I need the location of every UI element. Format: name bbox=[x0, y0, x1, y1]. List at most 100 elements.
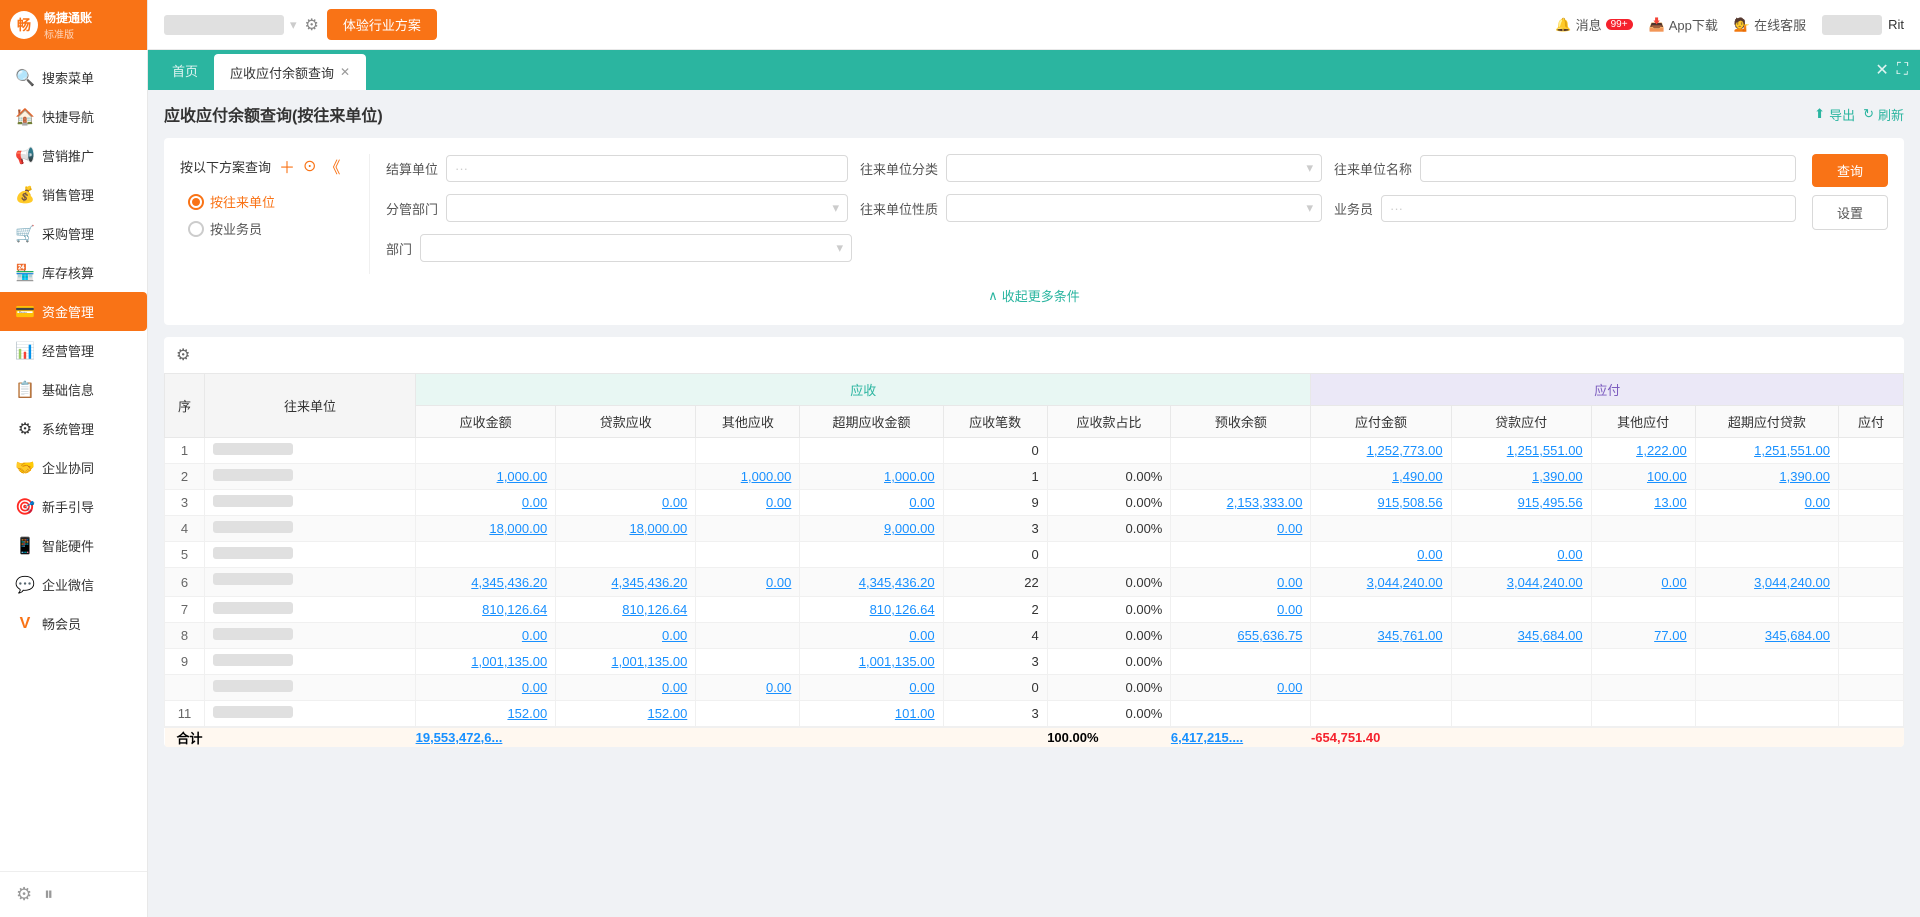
sidebar-item-search[interactable]: 🔍 搜索菜单 bbox=[0, 58, 147, 97]
cell-ar-amount[interactable]: 4,345,436.20 bbox=[416, 568, 556, 597]
cell-ar-amount[interactable]: 0.00 bbox=[416, 490, 556, 516]
sidebar-item-finance[interactable]: 💳 资金管理 bbox=[0, 292, 147, 331]
cell-ar-overdue[interactable]: 101.00 bbox=[800, 701, 943, 728]
cell-ap-loan[interactable]: 345,684.00 bbox=[1451, 623, 1591, 649]
sidebar-item-operations[interactable]: 📊 经营管理 bbox=[0, 331, 147, 370]
cell-ap-amount[interactable]: 1,252,773.00 bbox=[1311, 438, 1451, 464]
cell-ar-prepay[interactable]: 655,636.75 bbox=[1171, 623, 1311, 649]
tab-close-icon[interactable]: ✕ bbox=[340, 65, 350, 79]
sidebar-item-quick-nav[interactable]: 🏠 快捷导航 bbox=[0, 97, 147, 136]
cell-ar-other[interactable]: 0.00 bbox=[696, 568, 800, 597]
cell-ar-amount[interactable]: 810,126.64 bbox=[416, 597, 556, 623]
cell-ar-overdue[interactable]: 0.00 bbox=[800, 623, 943, 649]
set-button[interactable]: 设置 bbox=[1812, 195, 1888, 230]
sidebar-item-member[interactable]: V 畅会员 bbox=[0, 604, 147, 643]
cell-ar-loan[interactable]: 152.00 bbox=[556, 701, 696, 728]
tab-ar-ap[interactable]: 应收应付余额查询 ✕ bbox=[214, 54, 366, 90]
cell-ar-loan[interactable]: 0.00 bbox=[556, 623, 696, 649]
cell-ap-overdue[interactable]: 1,390.00 bbox=[1695, 464, 1838, 490]
cell-ap-overdue[interactable]: 1,251,551.00 bbox=[1695, 438, 1838, 464]
cell-ar-amount[interactable]: 0.00 bbox=[416, 623, 556, 649]
tab-home[interactable]: 首页 bbox=[156, 50, 214, 90]
refresh-btn[interactable]: ↻ 刷新 bbox=[1863, 105, 1904, 124]
sidebar-item-corp[interactable]: 🤝 企业协同 bbox=[0, 448, 147, 487]
cell-ar-other[interactable]: 0.00 bbox=[696, 490, 800, 516]
cell-ap-amount[interactable]: 1,490.00 bbox=[1311, 464, 1451, 490]
cell-ap-other[interactable]: 13.00 bbox=[1591, 490, 1695, 516]
sidebar-item-guide[interactable]: 🎯 新手引导 bbox=[0, 487, 147, 526]
cell-ar-amount[interactable]: 1,000.00 bbox=[416, 464, 556, 490]
dept-manage-select[interactable]: ▾ bbox=[446, 194, 848, 222]
dept-select[interactable]: ▾ bbox=[420, 234, 852, 262]
partner-category-select[interactable]: ▾ bbox=[946, 154, 1322, 182]
cell-ar-overdue[interactable]: 0.00 bbox=[800, 490, 943, 516]
cell-ar-prepay[interactable]: 0.00 bbox=[1171, 597, 1311, 623]
cell-ar-other[interactable]: 1,000.00 bbox=[696, 464, 800, 490]
cell-ar-amount[interactable]: 152.00 bbox=[416, 701, 556, 728]
cell-ap-overdue[interactable]: 3,044,240.00 bbox=[1695, 568, 1838, 597]
cell-ap-overdue[interactable]: 345,684.00 bbox=[1695, 623, 1838, 649]
cell-ap-loan[interactable]: 3,044,240.00 bbox=[1451, 568, 1591, 597]
cell-ar-amount[interactable]: 1,001,135.00 bbox=[416, 649, 556, 675]
table-settings-icon[interactable]: ⚙ bbox=[176, 345, 190, 365]
footer-ar-amount[interactable]: 19,553,472,6... bbox=[416, 727, 556, 747]
filter-option-by-partner[interactable]: 按往来单位 bbox=[180, 188, 357, 215]
notification-btn[interactable]: 🔔 消息 99+ bbox=[1555, 15, 1632, 34]
cell-ar-prepay[interactable]: 0.00 bbox=[1171, 516, 1311, 542]
sidebar-item-purchase[interactable]: 🛒 采购管理 bbox=[0, 214, 147, 253]
cell-ar-overdue[interactable]: 810,126.64 bbox=[800, 597, 943, 623]
sidebar-item-basic[interactable]: 📋 基础信息 bbox=[0, 370, 147, 409]
add-filter-icon[interactable]: ＋ bbox=[279, 154, 295, 178]
sidebar-collapse-icon[interactable]: ⏸ bbox=[44, 884, 53, 905]
cell-ap-other[interactable]: 0.00 bbox=[1591, 568, 1695, 597]
cell-ap-loan[interactable]: 0.00 bbox=[1451, 542, 1591, 568]
tab-expand-icon[interactable]: ⛶ bbox=[1897, 61, 1908, 79]
cell-ap-amount[interactable]: 345,761.00 bbox=[1311, 623, 1451, 649]
cell-ap-amount[interactable]: 915,508.56 bbox=[1311, 490, 1451, 516]
sidebar-item-inventory[interactable]: 🏪 库存核算 bbox=[0, 253, 147, 292]
footer-ar-prepay[interactable]: 6,417,215.... bbox=[1171, 727, 1311, 747]
app-download-btn[interactable]: 📥 App下载 bbox=[1649, 15, 1718, 34]
cell-ap-loan[interactable]: 915,495.56 bbox=[1451, 490, 1591, 516]
cell-ar-loan[interactable]: 0.00 bbox=[556, 675, 696, 701]
cell-ap-overdue[interactable]: 0.00 bbox=[1695, 490, 1838, 516]
cell-ar-overdue[interactable]: 9,000.00 bbox=[800, 516, 943, 542]
sidebar-settings-icon[interactable]: ⚙ bbox=[16, 884, 32, 905]
export-btn[interactable]: ⬆ 导出 bbox=[1814, 105, 1855, 124]
sidebar-item-marketing[interactable]: 📢 营销推广 bbox=[0, 136, 147, 175]
cell-ar-loan[interactable]: 0.00 bbox=[556, 490, 696, 516]
cell-ap-other[interactable]: 100.00 bbox=[1591, 464, 1695, 490]
cell-ar-overdue[interactable]: 1,000.00 bbox=[800, 464, 943, 490]
sidebar-item-system[interactable]: ⚙ 系统管理 bbox=[0, 409, 147, 448]
cell-ar-amount[interactable]: 18,000.00 bbox=[416, 516, 556, 542]
tab-close-all-icon[interactable]: ✕ bbox=[1875, 60, 1888, 80]
sidebar-item-wechat[interactable]: 💬 企业微信 bbox=[0, 565, 147, 604]
settings-filter-icon[interactable]: ⊙ bbox=[303, 156, 316, 176]
cell-ar-prepay[interactable]: 0.00 bbox=[1171, 568, 1311, 597]
cell-ar-overdue[interactable]: 4,345,436.20 bbox=[800, 568, 943, 597]
cell-ar-loan[interactable]: 4,345,436.20 bbox=[556, 568, 696, 597]
salesman-input[interactable]: ··· bbox=[1381, 195, 1796, 222]
settlement-unit-input[interactable]: ··· bbox=[446, 155, 848, 182]
cell-ar-loan[interactable]: 18,000.00 bbox=[556, 516, 696, 542]
cell-ar-amount[interactable]: 0.00 bbox=[416, 675, 556, 701]
cell-ar-loan[interactable]: 1,001,135.00 bbox=[556, 649, 696, 675]
online-service-btn[interactable]: 💁 在线客服 bbox=[1734, 15, 1806, 34]
gear-icon[interactable]: ⚙ bbox=[305, 15, 319, 35]
cell-ar-overdue[interactable]: 1,001,135.00 bbox=[800, 649, 943, 675]
sidebar-item-sales[interactable]: 💰 销售管理 bbox=[0, 175, 147, 214]
cell-ar-prepay[interactable]: 2,153,333.00 bbox=[1171, 490, 1311, 516]
cell-ap-other[interactable]: 77.00 bbox=[1591, 623, 1695, 649]
cell-ap-amount[interactable]: 0.00 bbox=[1311, 542, 1451, 568]
query-button[interactable]: 查询 bbox=[1812, 154, 1888, 187]
cell-ar-overdue[interactable]: 0.00 bbox=[800, 675, 943, 701]
cell-ap-loan[interactable]: 1,390.00 bbox=[1451, 464, 1591, 490]
cell-ar-loan[interactable]: 810,126.64 bbox=[556, 597, 696, 623]
cell-ar-other[interactable]: 0.00 bbox=[696, 675, 800, 701]
trial-btn[interactable]: 体验行业方案 bbox=[327, 9, 437, 40]
sidebar-item-device[interactable]: 📱 智能硬件 bbox=[0, 526, 147, 565]
filter-option-by-staff[interactable]: 按业务员 bbox=[180, 215, 357, 242]
table-scroll-area[interactable]: 序 往来单位 应收 应付 应收金额 贷款应收 其他应收 超期应收金额 应收笔数 … bbox=[164, 373, 1904, 747]
cell-ap-loan[interactable]: 1,251,551.00 bbox=[1451, 438, 1591, 464]
partner-nature-select[interactable]: ▾ bbox=[946, 194, 1322, 222]
